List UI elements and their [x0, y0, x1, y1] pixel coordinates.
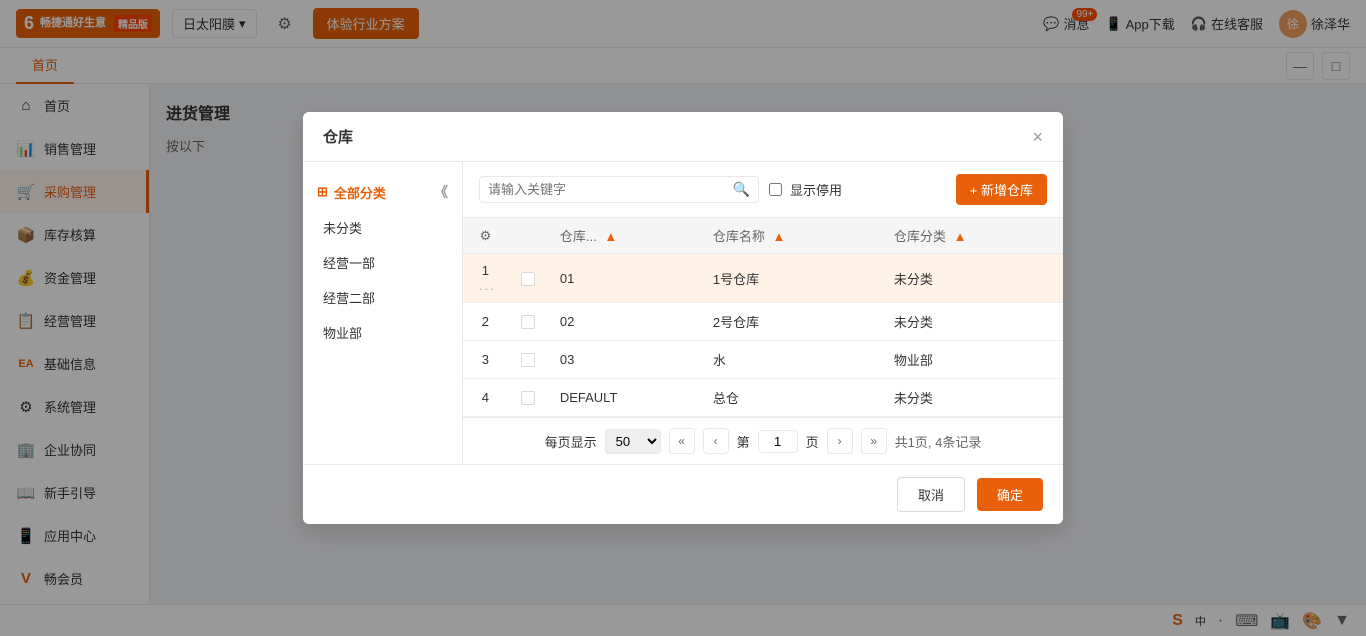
category-item-uncategorized[interactable]: 未分类	[303, 210, 462, 245]
table-panel: 🔍 显示停用 + 新增仓库 ⚙	[463, 162, 1063, 464]
th-code-label: 仓库...	[560, 229, 597, 244]
sort-name-icon: ▲	[773, 229, 786, 244]
td-row-index: 4	[463, 379, 508, 417]
page-size-label: 每页显示	[545, 432, 597, 451]
category-all[interactable]: ⊞ 全部分类 《	[303, 174, 462, 210]
last-page-button[interactable]: »	[861, 428, 887, 454]
td-checkbox[interactable]	[508, 254, 548, 303]
td-checkbox[interactable]	[508, 379, 548, 417]
page-size-select[interactable]: 50 10 20 100	[605, 429, 661, 454]
pagination: 每页显示 50 10 20 100 « ‹ 第 页 › » 共1页, 4条记录	[463, 417, 1063, 464]
sort-category-icon: ▲	[954, 229, 967, 244]
search-input[interactable]	[488, 182, 727, 197]
row-checkbox[interactable]	[521, 315, 535, 329]
page-label: 第	[737, 432, 750, 451]
modal-body: ⊞ 全部分类 《 未分类 经营一部 经营二部 物业部 🔍	[303, 162, 1063, 464]
td-code: DEFAULT	[548, 379, 701, 417]
search-icon: 🔍	[733, 181, 750, 198]
next-page-button[interactable]: ›	[827, 428, 853, 454]
table-row[interactable]: 3 03 水 物业部	[463, 341, 1063, 379]
page-total-info: 共1页, 4条记录	[895, 432, 982, 451]
th-category-label: 仓库分类	[894, 229, 946, 244]
table-row[interactable]: 2 02 2号仓库 未分类	[463, 303, 1063, 341]
warehouse-modal: 仓库 × ⊞ 全部分类 《 未分类 经营一部 经营二部 物业部	[303, 112, 1063, 524]
show-disabled-checkbox[interactable]: 显示停用	[769, 180, 842, 199]
cancel-button[interactable]: 取消	[897, 477, 965, 512]
confirm-button[interactable]: 确定	[977, 478, 1043, 511]
show-disabled-label: 显示停用	[790, 180, 842, 199]
td-code: 01	[548, 254, 701, 303]
modal-title: 仓库	[323, 126, 353, 147]
td-checkbox[interactable]	[508, 303, 548, 341]
row-number: 2	[482, 314, 489, 329]
td-code: 03	[548, 341, 701, 379]
td-row-index: 3	[463, 341, 508, 379]
table-toolbar: 🔍 显示停用 + 新增仓库	[463, 162, 1063, 218]
row-checkbox[interactable]	[521, 353, 535, 367]
warehouse-table: ⚙ 仓库... ▲ 仓库名称 ▲	[463, 218, 1063, 417]
row-number: 3	[482, 352, 489, 367]
table-header-row: ⚙ 仓库... ▲ 仓库名称 ▲	[463, 218, 1063, 254]
td-category: 未分类	[882, 254, 1063, 303]
table-row[interactable]: 4 DEFAULT 总仓 未分类	[463, 379, 1063, 417]
modal-overlay[interactable]: 仓库 × ⊞ 全部分类 《 未分类 经营一部 经营二部 物业部	[0, 0, 1366, 636]
modal-footer: 取消 确定	[303, 464, 1063, 524]
category-panel: ⊞ 全部分类 《 未分类 经营一部 经营二部 物业部	[303, 162, 463, 464]
grid-icon: ⊞	[317, 184, 328, 200]
category-item-dept1[interactable]: 经营一部	[303, 245, 462, 280]
row-number: 1	[482, 263, 489, 278]
first-page-button[interactable]: «	[669, 428, 695, 454]
th-code[interactable]: 仓库... ▲	[548, 218, 701, 254]
table-row[interactable]: 1 ... 01 1号仓库 未分类	[463, 254, 1063, 303]
th-settings: ⚙	[463, 218, 508, 254]
search-wrap: 🔍	[479, 176, 759, 203]
row-number: 4	[482, 390, 489, 405]
table-body: 1 ... 01 1号仓库 未分类 2 02 2号仓库 未分类 3	[463, 254, 1063, 417]
new-warehouse-button[interactable]: + 新增仓库	[956, 174, 1047, 205]
th-name[interactable]: 仓库名称 ▲	[701, 218, 882, 254]
row-checkbox[interactable]	[521, 391, 535, 405]
row-actions-icon[interactable]: ...	[479, 278, 496, 293]
th-checkbox	[508, 218, 548, 254]
th-name-label: 仓库名称	[713, 229, 765, 244]
category-item-property[interactable]: 物业部	[303, 315, 462, 350]
td-name: 1号仓库	[701, 254, 882, 303]
page-suffix: 页	[806, 432, 819, 451]
modal-close-button[interactable]: ×	[1032, 128, 1043, 146]
prev-page-button[interactable]: ‹	[703, 428, 729, 454]
show-disabled-input[interactable]	[769, 183, 782, 196]
td-checkbox[interactable]	[508, 341, 548, 379]
page-number-input[interactable]	[758, 430, 798, 453]
category-all-label: 全部分类	[334, 183, 386, 202]
td-name: 水	[701, 341, 882, 379]
row-checkbox[interactable]	[521, 272, 535, 286]
td-name: 2号仓库	[701, 303, 882, 341]
category-collapse-button[interactable]: 《	[434, 182, 448, 202]
td-category: 物业部	[882, 341, 1063, 379]
category-item-dept2[interactable]: 经营二部	[303, 280, 462, 315]
td-row-index: 1 ...	[463, 254, 508, 303]
td-category: 未分类	[882, 379, 1063, 417]
td-row-index: 2	[463, 303, 508, 341]
sort-code-icon: ▲	[604, 229, 617, 244]
th-category[interactable]: 仓库分类 ▲	[882, 218, 1063, 254]
td-category: 未分类	[882, 303, 1063, 341]
td-name: 总仓	[701, 379, 882, 417]
modal-header: 仓库 ×	[303, 112, 1063, 162]
td-code: 02	[548, 303, 701, 341]
table: ⚙ 仓库... ▲ 仓库名称 ▲	[463, 218, 1063, 417]
